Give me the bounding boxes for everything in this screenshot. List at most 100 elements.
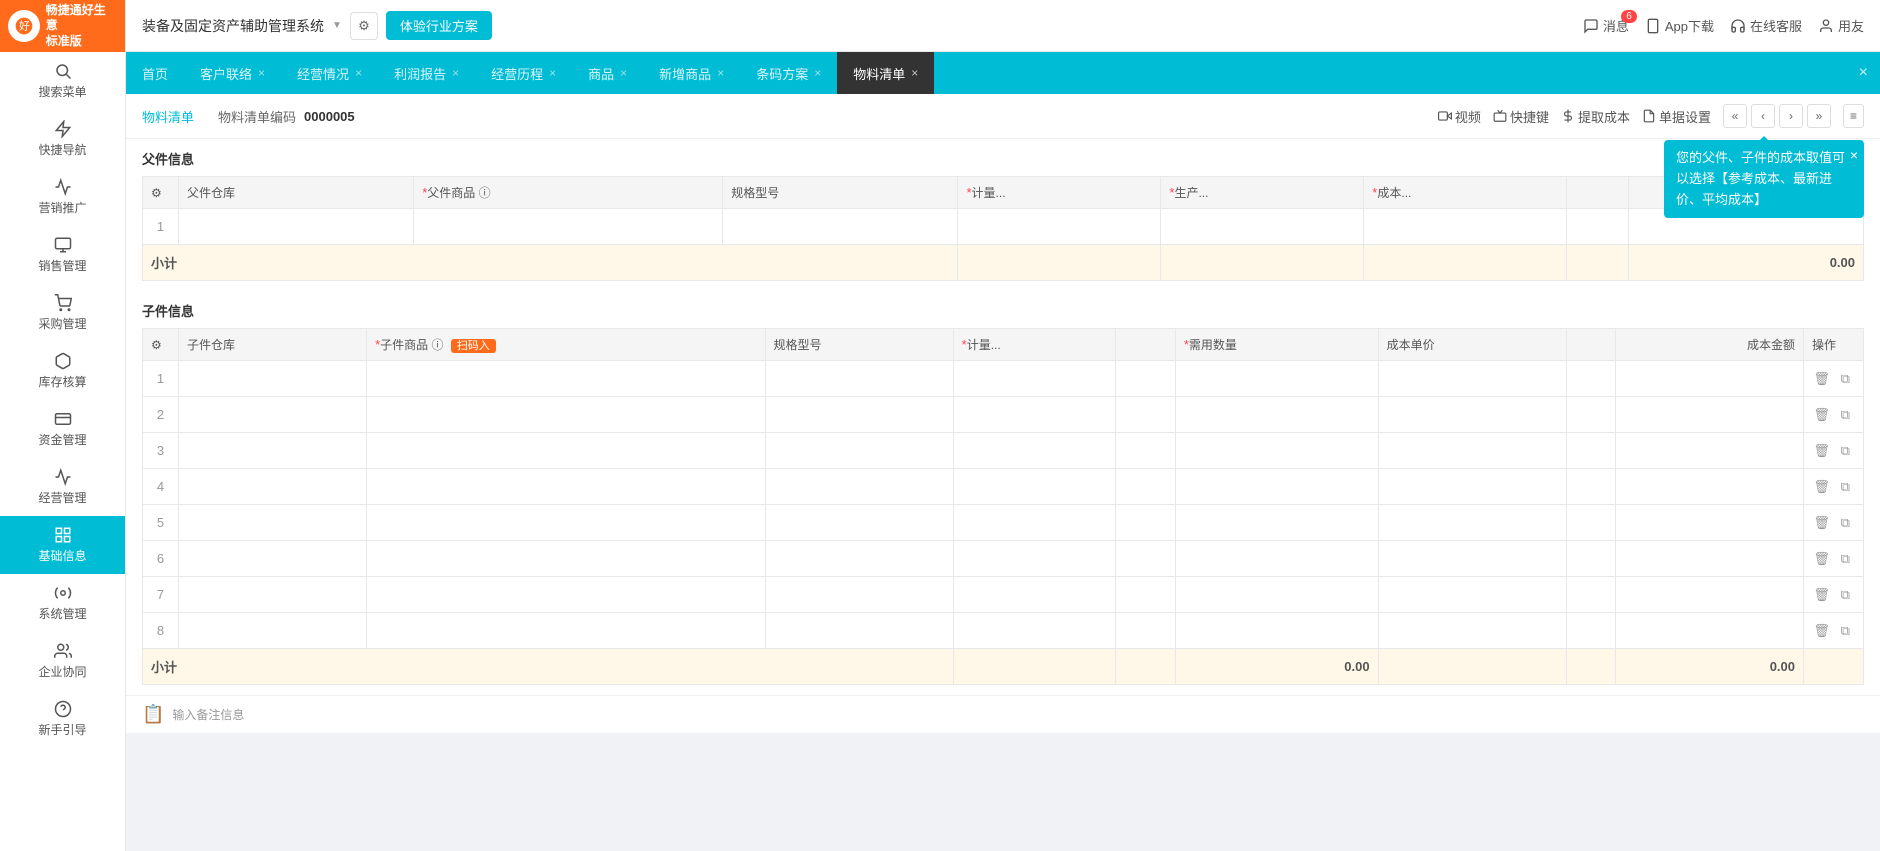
- child-row-3-unit-price[interactable]: [1378, 433, 1566, 469]
- tab-bom-close[interactable]: ×: [911, 66, 918, 80]
- parent-row-1-unit[interactable]: [958, 209, 1161, 245]
- child-row-6-product[interactable]: [367, 541, 765, 577]
- parent-row-1-spec[interactable]: [723, 209, 958, 245]
- child-row-3-unit[interactable]: [953, 433, 1115, 469]
- child-row-3-product[interactable]: [367, 433, 765, 469]
- child-row-1-copy[interactable]: ⧉: [1835, 369, 1855, 389]
- tab-new-goods[interactable]: 新增商品×: [643, 52, 740, 94]
- tab-new-goods-close[interactable]: ×: [717, 66, 724, 80]
- sidebar-item-finance[interactable]: 资金管理: [0, 400, 125, 458]
- page-next-next[interactable]: »: [1807, 104, 1831, 128]
- child-row-2-qty[interactable]: [1175, 397, 1378, 433]
- parent-row-1-warehouse[interactable]: [179, 209, 414, 245]
- system-dropdown-arrow[interactable]: ▼: [332, 20, 342, 31]
- child-row-7-delete[interactable]: 🗑: [1812, 585, 1832, 605]
- child-row-2-delete[interactable]: 🗑: [1812, 405, 1832, 425]
- child-row-4-unit-price[interactable]: [1378, 469, 1566, 505]
- tab-home[interactable]: 首页: [126, 52, 184, 94]
- parent-row-1-produce[interactable]: [1161, 209, 1364, 245]
- view-toggle[interactable]: ≡: [1843, 104, 1864, 128]
- parent-col-settings[interactable]: ⚙: [143, 177, 179, 209]
- tab-customer[interactable]: 客户联络×: [184, 52, 281, 94]
- sidebar-item-basic-info[interactable]: 基础信息: [0, 516, 125, 574]
- child-row-6-qty[interactable]: [1175, 541, 1378, 577]
- tab-profit[interactable]: 利润报告×: [378, 52, 475, 94]
- child-row-5-qty[interactable]: [1175, 505, 1378, 541]
- sidebar-item-enterprise[interactable]: 企业协同: [0, 632, 125, 690]
- child-row-1-unit[interactable]: [953, 361, 1115, 397]
- note-placeholder[interactable]: 输入备注信息: [172, 706, 244, 723]
- child-row-5-spec[interactable]: [765, 505, 953, 541]
- child-row-2-warehouse[interactable]: [179, 397, 367, 433]
- child-row-6-unit[interactable]: [953, 541, 1115, 577]
- child-row-8-unit-price[interactable]: [1378, 613, 1566, 649]
- tab-profit-close[interactable]: ×: [452, 66, 459, 80]
- sidebar-item-guide[interactable]: 新手引导: [0, 690, 125, 748]
- child-row-6-unit-price[interactable]: [1378, 541, 1566, 577]
- sidebar-item-sales[interactable]: 销售管理: [0, 226, 125, 284]
- tab-customer-close[interactable]: ×: [258, 66, 265, 80]
- child-row-5-product[interactable]: [367, 505, 765, 541]
- child-row-1-unit-price[interactable]: [1378, 361, 1566, 397]
- child-row-1-spec[interactable]: [765, 361, 953, 397]
- child-row-3-warehouse[interactable]: [179, 433, 367, 469]
- child-row-1-delete[interactable]: 🗑: [1812, 369, 1832, 389]
- action-shortcut[interactable]: 快捷键: [1493, 107, 1549, 126]
- child-row-8-spec[interactable]: [765, 613, 953, 649]
- child-row-4-product[interactable]: [367, 469, 765, 505]
- child-row-4-spec[interactable]: [765, 469, 953, 505]
- child-col-settings[interactable]: ⚙: [143, 329, 179, 361]
- child-row-4-copy[interactable]: ⧉: [1835, 477, 1855, 497]
- child-row-7-warehouse[interactable]: [179, 577, 367, 613]
- sidebar-item-operations[interactable]: 经营管理: [0, 458, 125, 516]
- breadcrumb-bom[interactable]: 物料清单: [142, 107, 194, 126]
- sidebar-item-inventory[interactable]: 库存核算: [0, 342, 125, 400]
- child-row-8-product[interactable]: [367, 613, 765, 649]
- child-row-6-spec[interactable]: [765, 541, 953, 577]
- child-row-7-copy[interactable]: ⧉: [1835, 585, 1855, 605]
- child-row-2-unit-price[interactable]: [1378, 397, 1566, 433]
- child-row-3-spec[interactable]: [765, 433, 953, 469]
- page-next[interactable]: ›: [1779, 104, 1803, 128]
- child-row-7-spec[interactable]: [765, 577, 953, 613]
- tab-business[interactable]: 经营情况×: [281, 52, 378, 94]
- app-download-item[interactable]: App下载: [1645, 16, 1714, 35]
- sidebar-item-search[interactable]: 搜索菜单: [0, 52, 125, 110]
- action-video[interactable]: 视频: [1438, 107, 1481, 126]
- child-row-4-unit[interactable]: [953, 469, 1115, 505]
- tab-barcode-close[interactable]: ×: [814, 66, 821, 80]
- child-row-8-warehouse[interactable]: [179, 613, 367, 649]
- sidebar-item-purchase[interactable]: 采购管理: [0, 284, 125, 342]
- child-row-2-spec[interactable]: [765, 397, 953, 433]
- child-row-5-warehouse[interactable]: [179, 505, 367, 541]
- tab-business-close[interactable]: ×: [355, 66, 362, 80]
- child-row-2-unit[interactable]: [953, 397, 1115, 433]
- child-row-7-product[interactable]: [367, 577, 765, 613]
- child-row-8-qty[interactable]: [1175, 613, 1378, 649]
- child-row-6-delete[interactable]: 🗑: [1812, 549, 1832, 569]
- sidebar-item-quick-nav[interactable]: 快捷导航: [0, 110, 125, 168]
- child-row-7-unit[interactable]: [953, 577, 1115, 613]
- tab-goods-close[interactable]: ×: [620, 66, 627, 80]
- settings-button[interactable]: ⚙: [350, 12, 378, 40]
- child-row-7-qty[interactable]: [1175, 577, 1378, 613]
- child-row-5-unit-price[interactable]: [1378, 505, 1566, 541]
- tooltip-close[interactable]: ×: [1850, 144, 1858, 166]
- trial-button[interactable]: 体验行业方案: [386, 11, 492, 40]
- user-item[interactable]: 用友: [1818, 16, 1864, 35]
- sidebar-item-marketing[interactable]: 营销推广: [0, 168, 125, 226]
- sidebar-item-system[interactable]: 系统管理: [0, 574, 125, 632]
- child-row-7-unit-price[interactable]: [1378, 577, 1566, 613]
- child-row-8-unit[interactable]: [953, 613, 1115, 649]
- child-row-5-unit[interactable]: [953, 505, 1115, 541]
- child-row-8-delete[interactable]: 🗑: [1812, 621, 1832, 641]
- tab-history-close[interactable]: ×: [549, 66, 556, 80]
- service-item[interactable]: 在线客服: [1730, 16, 1802, 35]
- message-item[interactable]: 消息 6: [1583, 16, 1629, 35]
- child-row-8-copy[interactable]: ⧉: [1835, 621, 1855, 641]
- child-row-4-qty[interactable]: [1175, 469, 1378, 505]
- parent-row-1-cost[interactable]: [1364, 209, 1567, 245]
- child-row-1-warehouse[interactable]: [179, 361, 367, 397]
- page-prev[interactable]: ‹: [1751, 104, 1775, 128]
- child-row-6-copy[interactable]: ⧉: [1835, 549, 1855, 569]
